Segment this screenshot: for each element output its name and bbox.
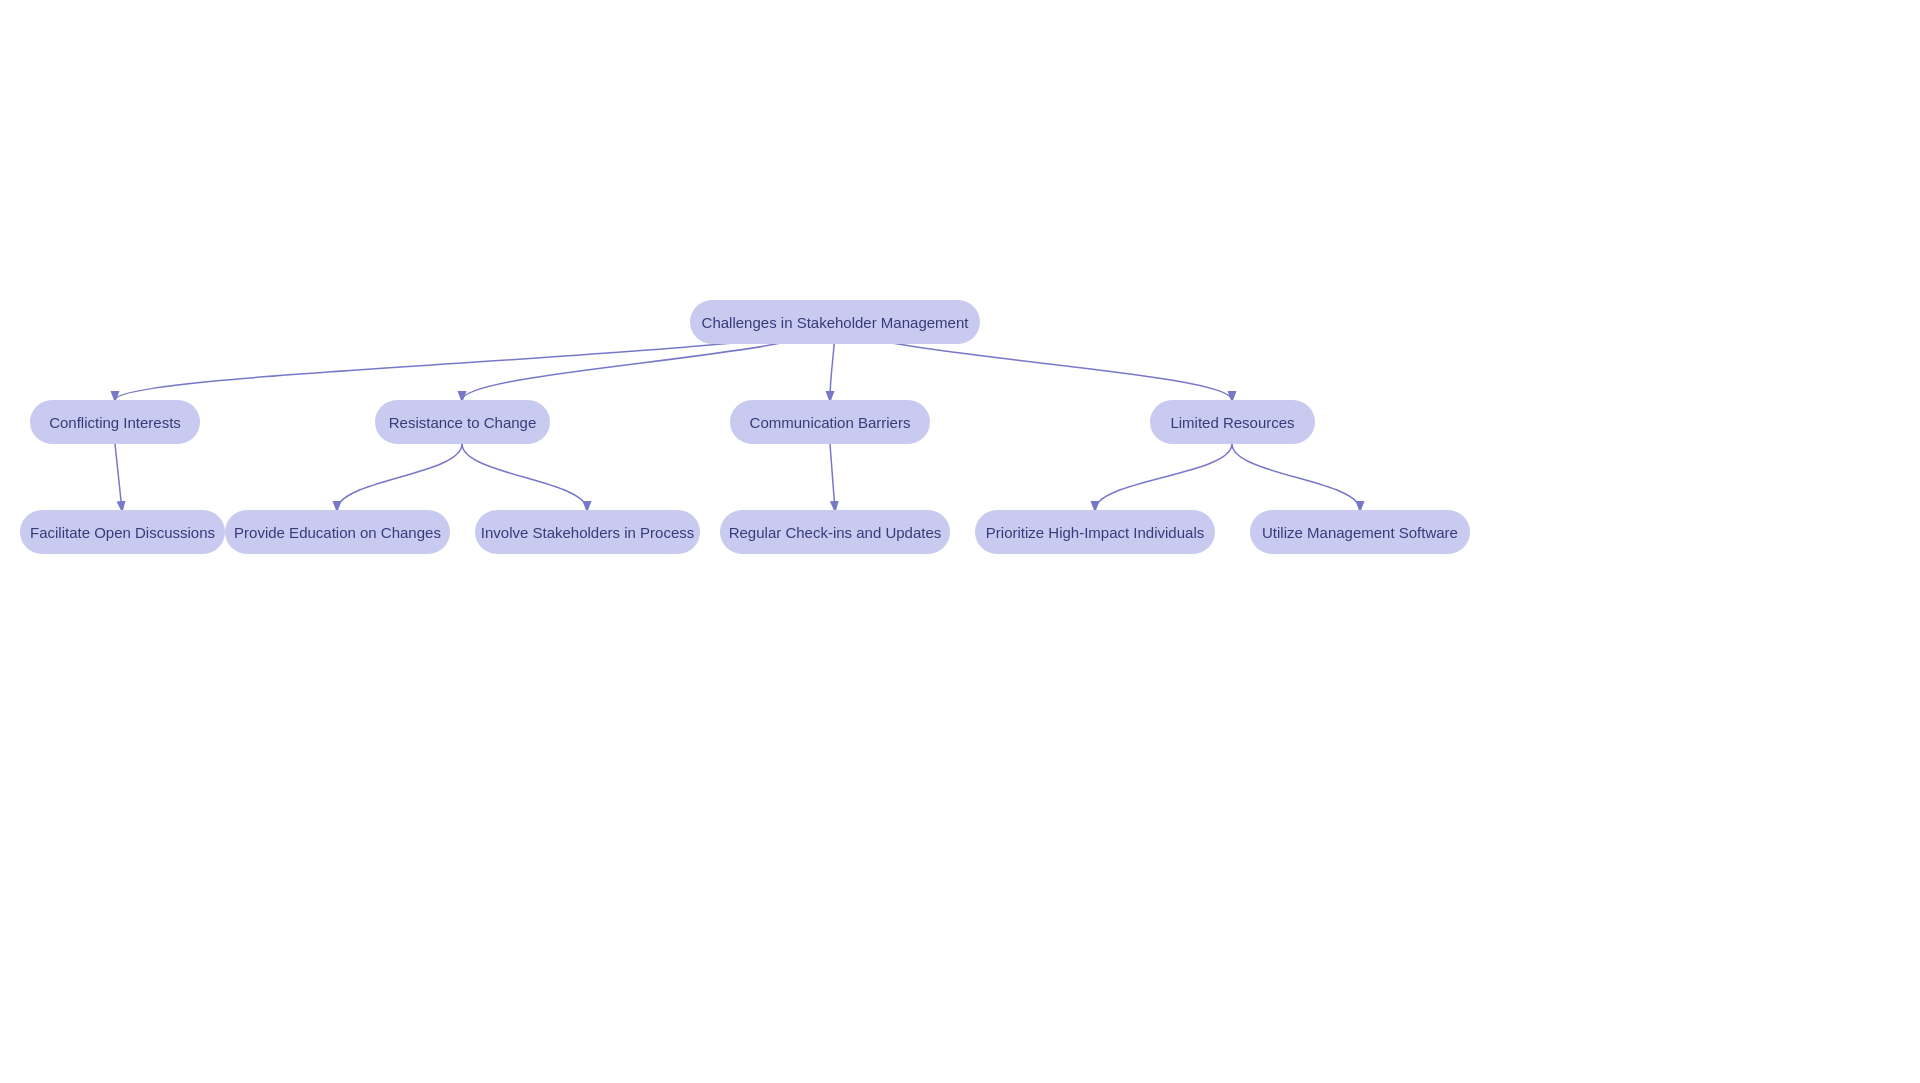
node-facilitate: Facilitate Open Discussions <box>20 510 225 554</box>
diagram-container: Challenges in Stakeholder Management Con… <box>0 0 1920 1083</box>
node-education: Provide Education on Changes <box>225 510 450 554</box>
node-conflicting: Conflicting Interests <box>30 400 200 444</box>
node-prioritize: Prioritize High-Impact Individuals <box>975 510 1215 554</box>
node-involve: Involve Stakeholders in Process <box>475 510 700 554</box>
node-resistance: Resistance to Change <box>375 400 550 444</box>
node-root: Challenges in Stakeholder Management <box>690 300 980 344</box>
svg-line-0 <box>115 444 122 510</box>
node-checkins: Regular Check-ins and Updates <box>720 510 950 554</box>
svg-line-1 <box>830 444 835 510</box>
node-utilize: Utilize Management Software <box>1250 510 1470 554</box>
node-communication: Communication Barriers <box>730 400 930 444</box>
node-limited: Limited Resources <box>1150 400 1315 444</box>
